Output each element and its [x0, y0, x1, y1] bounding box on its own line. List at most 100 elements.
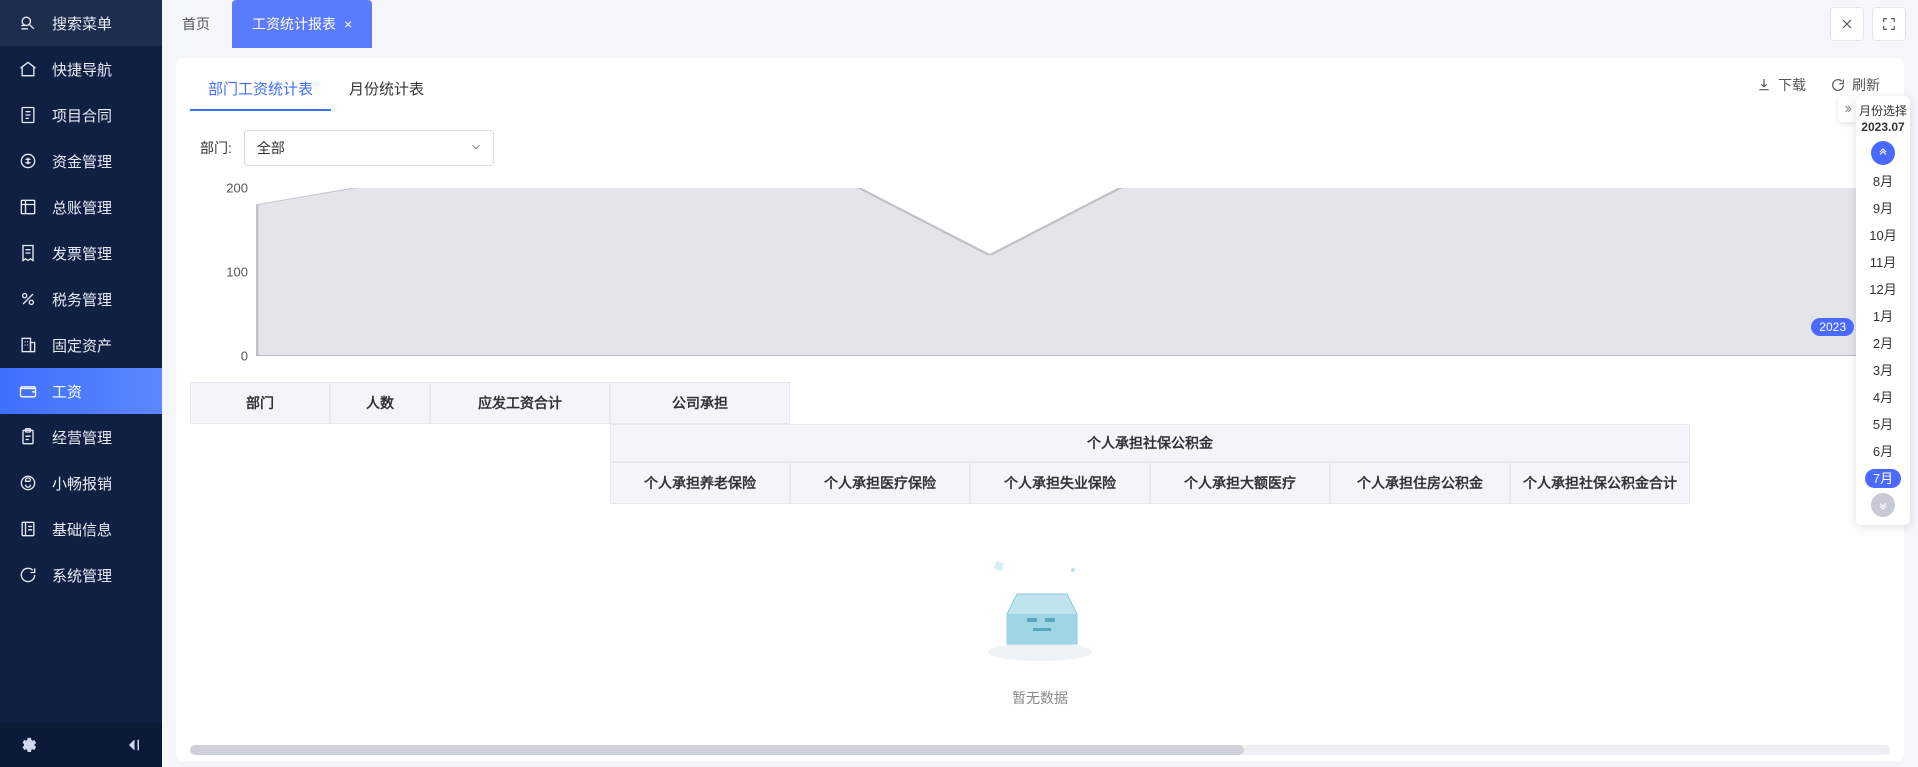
subtabs: 部门工资统计表 月份统计表 [176, 58, 442, 111]
horizontal-scrollbar[interactable] [190, 745, 1890, 755]
sidebar-item-6[interactable]: 税务管理 [0, 276, 162, 322]
collapse-sidebar-icon[interactable] [124, 736, 142, 754]
sidebar-item-3[interactable]: 资金管理 [0, 138, 162, 184]
th-c5: 个人承担住房公积金 [1330, 462, 1510, 504]
sidebar-item-label: 搜索菜单 [52, 13, 112, 34]
sidebar-item-label: 资金管理 [52, 151, 112, 172]
dept-filter-label: 部门: [200, 138, 232, 158]
tab-salary-report[interactable]: 工资统计报表 × [232, 0, 372, 48]
sidebar-item-7[interactable]: 固定资产 [0, 322, 162, 368]
close-icon[interactable]: × [344, 17, 352, 31]
month-scroll-up-button[interactable] [1871, 141, 1895, 165]
sidebar-item-label: 税务管理 [52, 289, 112, 310]
sidebar-item-label: 快捷导航 [52, 59, 112, 80]
sidebar-item-label: 项目合同 [52, 105, 112, 126]
fullscreen-button[interactable] [1872, 7, 1906, 41]
refund-icon [18, 473, 38, 493]
subtab-month-label: 月份统计表 [349, 81, 424, 98]
th-c6: 个人承担社保公积金合计 [1510, 462, 1690, 504]
year-badge: 2023 [1811, 318, 1854, 336]
month-item[interactable]: 2月 [1865, 329, 1901, 356]
month-scroll-down-button[interactable] [1871, 493, 1895, 517]
search-list-icon [18, 13, 38, 33]
month-item[interactable]: 8月 [1869, 167, 1896, 194]
subtab-month[interactable]: 月份统计表 [331, 68, 442, 111]
sidebar-item-8[interactable]: 工资 [0, 368, 162, 414]
download-icon [1756, 77, 1772, 93]
month-panel-collapse-button[interactable] [1838, 96, 1856, 122]
refresh-icon [1830, 77, 1846, 93]
th-total-pay: 应发工资合计 [430, 382, 610, 424]
sidebar-item-label: 基础信息 [52, 519, 112, 540]
sidebar-item-12[interactable]: 系统管理 [0, 552, 162, 598]
empty-state: 暂无数据 [190, 504, 1890, 716]
settings-icon[interactable] [20, 736, 38, 754]
close-all-tabs-button[interactable] [1830, 7, 1864, 41]
sidebar-item-4[interactable]: 总账管理 [0, 184, 162, 230]
home-icon [18, 59, 38, 79]
month-item[interactable]: 5月 [1865, 410, 1901, 437]
th-c4: 个人承担大额医疗 [1150, 462, 1330, 504]
month-item[interactable]: 11月 [1869, 248, 1896, 275]
sidebar-item-label: 工资 [52, 381, 82, 402]
month-item[interactable]: 7月 [1865, 464, 1901, 491]
th-personal-group: 个人承担社保公积金 [610, 424, 1690, 462]
clipboard-icon [18, 427, 38, 447]
dept-select-value: 全部 [257, 138, 285, 158]
sidebar-item-9[interactable]: 经营管理 [0, 414, 162, 460]
percent-icon [18, 289, 38, 309]
sidebar-item-5[interactable]: 发票管理 [0, 230, 162, 276]
chevron-down-icon [469, 140, 483, 157]
subtab-dept[interactable]: 部门工资统计表 [190, 68, 331, 111]
sidebar-item-11[interactable]: 基础信息 [0, 506, 162, 552]
sidebar-item-label: 经营管理 [52, 427, 112, 448]
sidebar-item-0[interactable]: 搜索菜单 [0, 0, 162, 46]
building-icon [18, 335, 38, 355]
tab-home[interactable]: 首页 [162, 0, 230, 48]
download-label: 下载 [1778, 75, 1806, 95]
month-item[interactable]: 4月 [1865, 383, 1901, 410]
receipt-icon [18, 243, 38, 263]
coin-icon [18, 151, 38, 171]
sidebar: 搜索菜单快捷导航项目合同资金管理总账管理发票管理税务管理固定资产工资经营管理小畅… [0, 0, 162, 767]
download-button[interactable]: 下载 [1756, 75, 1806, 95]
ytick-label: 200 [200, 181, 248, 196]
subtab-dept-label: 部门工资统计表 [208, 81, 313, 98]
sidebar-item-label: 固定资产 [52, 335, 112, 356]
th-count: 人数 [330, 382, 430, 424]
sidebar-item-10[interactable]: 小畅报销 [0, 460, 162, 506]
sidebar-footer [0, 723, 162, 767]
wallet-icon [18, 381, 38, 401]
sidebar-item-2[interactable]: 项目合同 [0, 92, 162, 138]
dept-select[interactable]: 全部 [244, 130, 494, 166]
month-item[interactable]: 3月 [1865, 356, 1901, 383]
month-item[interactable]: 1月 [1865, 302, 1901, 329]
ytick-label: 0 [200, 349, 248, 364]
chart: 0 100 200 [176, 180, 1904, 382]
month-item[interactable]: 12月 [1869, 275, 1896, 302]
content-panel: 部门工资统计表 月份统计表 下载 刷新 部门: [176, 58, 1904, 761]
empty-icon [965, 544, 1115, 664]
table: 部门 人数 应发工资合计 个人承担社保公积金 个人承担养老保险 个人承担医疗保险… [190, 382, 1890, 739]
ledger-icon [18, 197, 38, 217]
sidebar-item-label: 系统管理 [52, 565, 112, 586]
th-c2: 个人承担医疗保险 [790, 462, 970, 504]
document-icon [18, 105, 38, 125]
tabs-bar: 首页 工资统计报表 × [162, 0, 1918, 48]
main: 首页 工资统计报表 × 部门工资统计表 月份统计表 [162, 0, 1918, 767]
month-item[interactable]: 9月 [1869, 194, 1896, 221]
refresh-button[interactable]: 刷新 [1830, 75, 1880, 95]
th-dept: 部门 [190, 382, 330, 424]
th-company-partial: 公司承担 [610, 382, 790, 424]
th-c1: 个人承担养老保险 [610, 462, 790, 504]
sidebar-item-label: 总账管理 [52, 197, 112, 218]
sidebar-item-label: 发票管理 [52, 243, 112, 264]
month-item[interactable]: 6月 [1865, 437, 1901, 464]
sidebar-item-label: 小畅报销 [52, 473, 112, 494]
month-item[interactable]: 10月 [1869, 221, 1896, 248]
scrollbar-thumb[interactable] [190, 745, 1244, 755]
month-selector-panel: 月份选择 2023.07 8月9月10月11月12月 1月2月3月4月5月6月7… [1856, 96, 1910, 525]
sidebar-item-1[interactable]: 快捷导航 [0, 46, 162, 92]
gear-cycle-icon [18, 565, 38, 585]
ytick-label: 100 [200, 265, 248, 280]
